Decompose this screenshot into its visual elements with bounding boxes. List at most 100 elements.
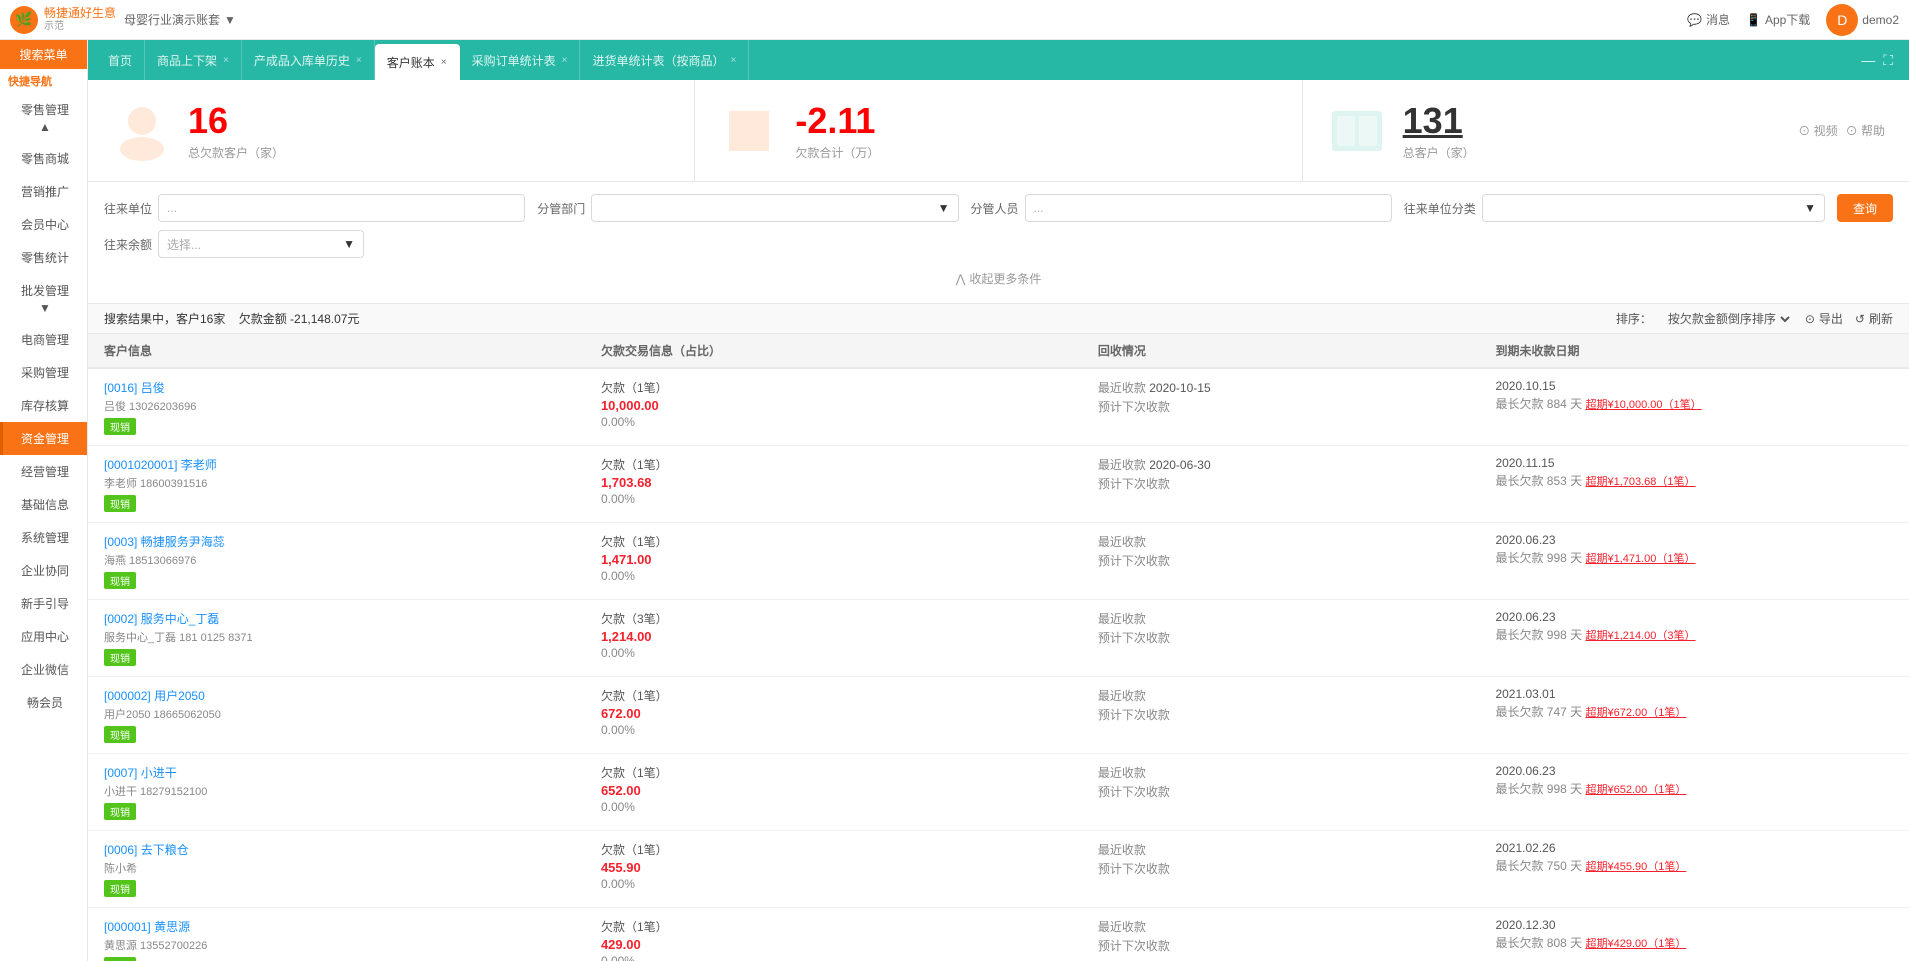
debt-amount[interactable]: 10,000.00 [601,398,1098,413]
overdue-link[interactable]: 超期¥1,703.68（1笔） [1585,476,1695,488]
arrow-icon: ▲ [39,120,51,134]
sidebar-item-retail-mgmt[interactable]: 零售管理 ▲ [0,93,87,142]
debt-amount[interactable]: 1,214.00 [601,629,1098,644]
customer-contact: 服务中心_丁磊 181 0125 8371 [104,629,601,645]
filter-origin-unit: 往来单位 ... [104,194,525,222]
total-customers-number: 131 [1403,100,1475,142]
video-action[interactable]: ⊙ 视频 [1798,122,1837,139]
collapse-filters-button[interactable]: ⋀ 收起更多条件 [104,266,1893,291]
balance-select[interactable]: 选择... ▼ [158,230,364,258]
sidebar-item-operation[interactable]: 经营管理 [0,455,87,488]
debt-amount[interactable]: 1,471.00 [601,552,1098,567]
user-avatar[interactable]: D demo2 [1826,4,1899,36]
message-button[interactable]: 💬 消息 [1687,11,1730,28]
sidebar-item-app-center[interactable]: 应用中心 [0,620,87,653]
sidebar-item-vip[interactable]: 畅会员 [0,686,87,719]
sidebar-item-ecommerce[interactable]: 电商管理 [0,323,87,356]
sidebar-quick-nav[interactable]: 快捷导航 [0,69,87,93]
customer-badge: 现销 [104,649,136,666]
sidebar-item-member[interactable]: 会员中心 [0,208,87,241]
origin-unit-dots: ... [167,201,177,215]
sidebar-item-batch-mgmt[interactable]: 批发管理 ▼ [0,274,87,323]
sidebar-item-enterprise[interactable]: 企业协同 [0,554,87,587]
overdue-detail: 最长欠款 884 天 超期¥10,000.00（1笔） [1495,395,1893,412]
customer-name-link[interactable]: [0002] 服务中心_丁磊 [104,610,601,627]
dept-select[interactable]: ▼ [591,194,958,222]
search-button[interactable]: 查询 [1837,194,1893,222]
sidebar-item-finance[interactable]: 资金管理 [0,422,87,455]
customer-name-link[interactable]: [000002] 用户2050 [104,687,601,704]
debt-amount[interactable]: 429.00 [601,937,1098,952]
tab-customer-account[interactable]: 客户账本 × [375,44,460,80]
tab-home[interactable]: 首页 [96,40,145,80]
tab-close-product-history[interactable]: × [356,55,362,66]
customer-name-link[interactable]: [0007] 小进干 [104,764,601,781]
tab-close-purchase-stats[interactable]: × [562,55,568,66]
customer-name-link[interactable]: [0006] 去下粮仓 [104,841,601,858]
person-input[interactable]: ... [1025,194,1392,222]
debt-amount[interactable]: 672.00 [601,706,1098,721]
overdue-link[interactable]: 超期¥672.00（1笔） [1585,707,1686,719]
overdue-link[interactable]: 超期¥10,000.00（1笔） [1585,399,1701,411]
recovery-info: 最近收款 预计下次收款 [1098,610,1496,646]
customer-name-link[interactable]: [0003] 畅捷服务尹海蕊 [104,533,601,550]
company-selector[interactable]: 母婴行业演示账套 ▼ [124,11,236,28]
tab-product-history[interactable]: 产成品入库单历史 × [242,40,375,80]
sidebar-item-system[interactable]: 系统管理 [0,521,87,554]
sidebar-search[interactable]: 搜索菜单 [0,40,87,69]
stat-body-customers: 131 总客户（家） [1403,100,1475,161]
customer-name-link[interactable]: [0016] 吕俊 [104,379,601,396]
overdue-link[interactable]: 超期¥429.00（1笔） [1585,938,1686,950]
overdue-link[interactable]: 超期¥1,471.00（1笔） [1585,553,1695,565]
customer-name-link[interactable]: [000001] 黄思源 [104,918,601,935]
category-select[interactable]: ▼ [1482,194,1825,222]
debt-total-icon [719,101,779,161]
sidebar-item-guide[interactable]: 新手引导 [0,587,87,620]
debt-amount[interactable]: 455.90 [601,860,1098,875]
debt-amount[interactable]: 652.00 [601,783,1098,798]
sidebar-item-purchase[interactable]: 采购管理 [0,356,87,389]
table-row: [000002] 用户2050 用户2050 18665062050 现销 欠款… [88,677,1909,754]
overdue-link[interactable]: 超期¥1,214.00（3笔） [1585,630,1695,642]
customer-badge: 现销 [104,418,136,435]
debt-amount[interactable]: 1,703.68 [601,475,1098,490]
tab-purchase-stats[interactable]: 采购订单统计表 × [460,40,581,80]
customer-code: [0003] [104,535,137,549]
sort-label: 排序： [1616,310,1652,327]
tab-goods[interactable]: 商品上下架 × [145,40,242,80]
results-bar: 搜索结果中，客户16家 欠款金额 -21,148.07元 排序： 按欠款金额倒序… [88,304,1909,334]
sidebar-item-inventory[interactable]: 库存核算 [0,389,87,422]
overdue-info: 2020.11.15 最长欠款 853 天 超期¥1,703.68（1笔） [1495,456,1893,489]
table-row: [0002] 服务中心_丁磊 服务中心_丁磊 181 0125 8371 现销 … [88,600,1909,677]
app-download-button[interactable]: 📱 App下载 [1746,11,1810,28]
customer-name: 用户2050 [154,689,205,703]
customer-name-link[interactable]: [0001020001] 李老师 [104,456,601,473]
maximize-icon[interactable]: ⛶ [1883,52,1893,69]
tab-close-goods[interactable]: × [223,55,229,66]
overdue-detail: 最长欠款 808 天 超期¥429.00（1笔） [1495,934,1893,951]
stat-card-debt-total: -2.11 欠款合计（万） [695,80,1302,181]
overdue-date: 2020.06.23 [1495,533,1893,547]
debt-info: 欠款（1笔） 1,703.68 0.00% [601,456,1098,506]
sidebar-item-retail-mall[interactable]: 零售商城 [0,142,87,175]
debt-percent: 0.00% [601,723,1098,737]
sidebar-item-retail-stats[interactable]: 零售统计 [0,241,87,274]
refresh-icon: ↺ [1855,312,1865,326]
tab-import-stats[interactable]: 进货单统计表（按商品） × [580,40,749,80]
sort-select[interactable]: 按欠款金额倒序排序 [1664,311,1793,327]
minimize-icon[interactable]: — [1861,52,1875,68]
export-button[interactable]: ⊙ 导出 [1805,310,1843,327]
tab-close-customer-account[interactable]: × [441,57,447,68]
overdue-link[interactable]: 超期¥652.00（1笔） [1585,784,1686,796]
col-header-debt: 欠款交易信息（占比） [601,342,1098,359]
sidebar-item-base-info[interactable]: 基础信息 [0,488,87,521]
refresh-button[interactable]: ↺ 刷新 [1855,310,1893,327]
sidebar-item-wechat[interactable]: 企业微信 [0,653,87,686]
overdue-link[interactable]: 超期¥455.90（1笔） [1585,861,1686,873]
sidebar-item-marketing[interactable]: 营销推广 [0,175,87,208]
help-action[interactable]: ⊙ 帮助 [1846,122,1885,139]
origin-unit-input[interactable]: ... [158,194,525,222]
dept-label: 分管部门 [537,200,585,217]
tab-close-import-stats[interactable]: × [730,55,736,66]
recovery-info: 最近收款 预计下次收款 [1098,918,1496,954]
